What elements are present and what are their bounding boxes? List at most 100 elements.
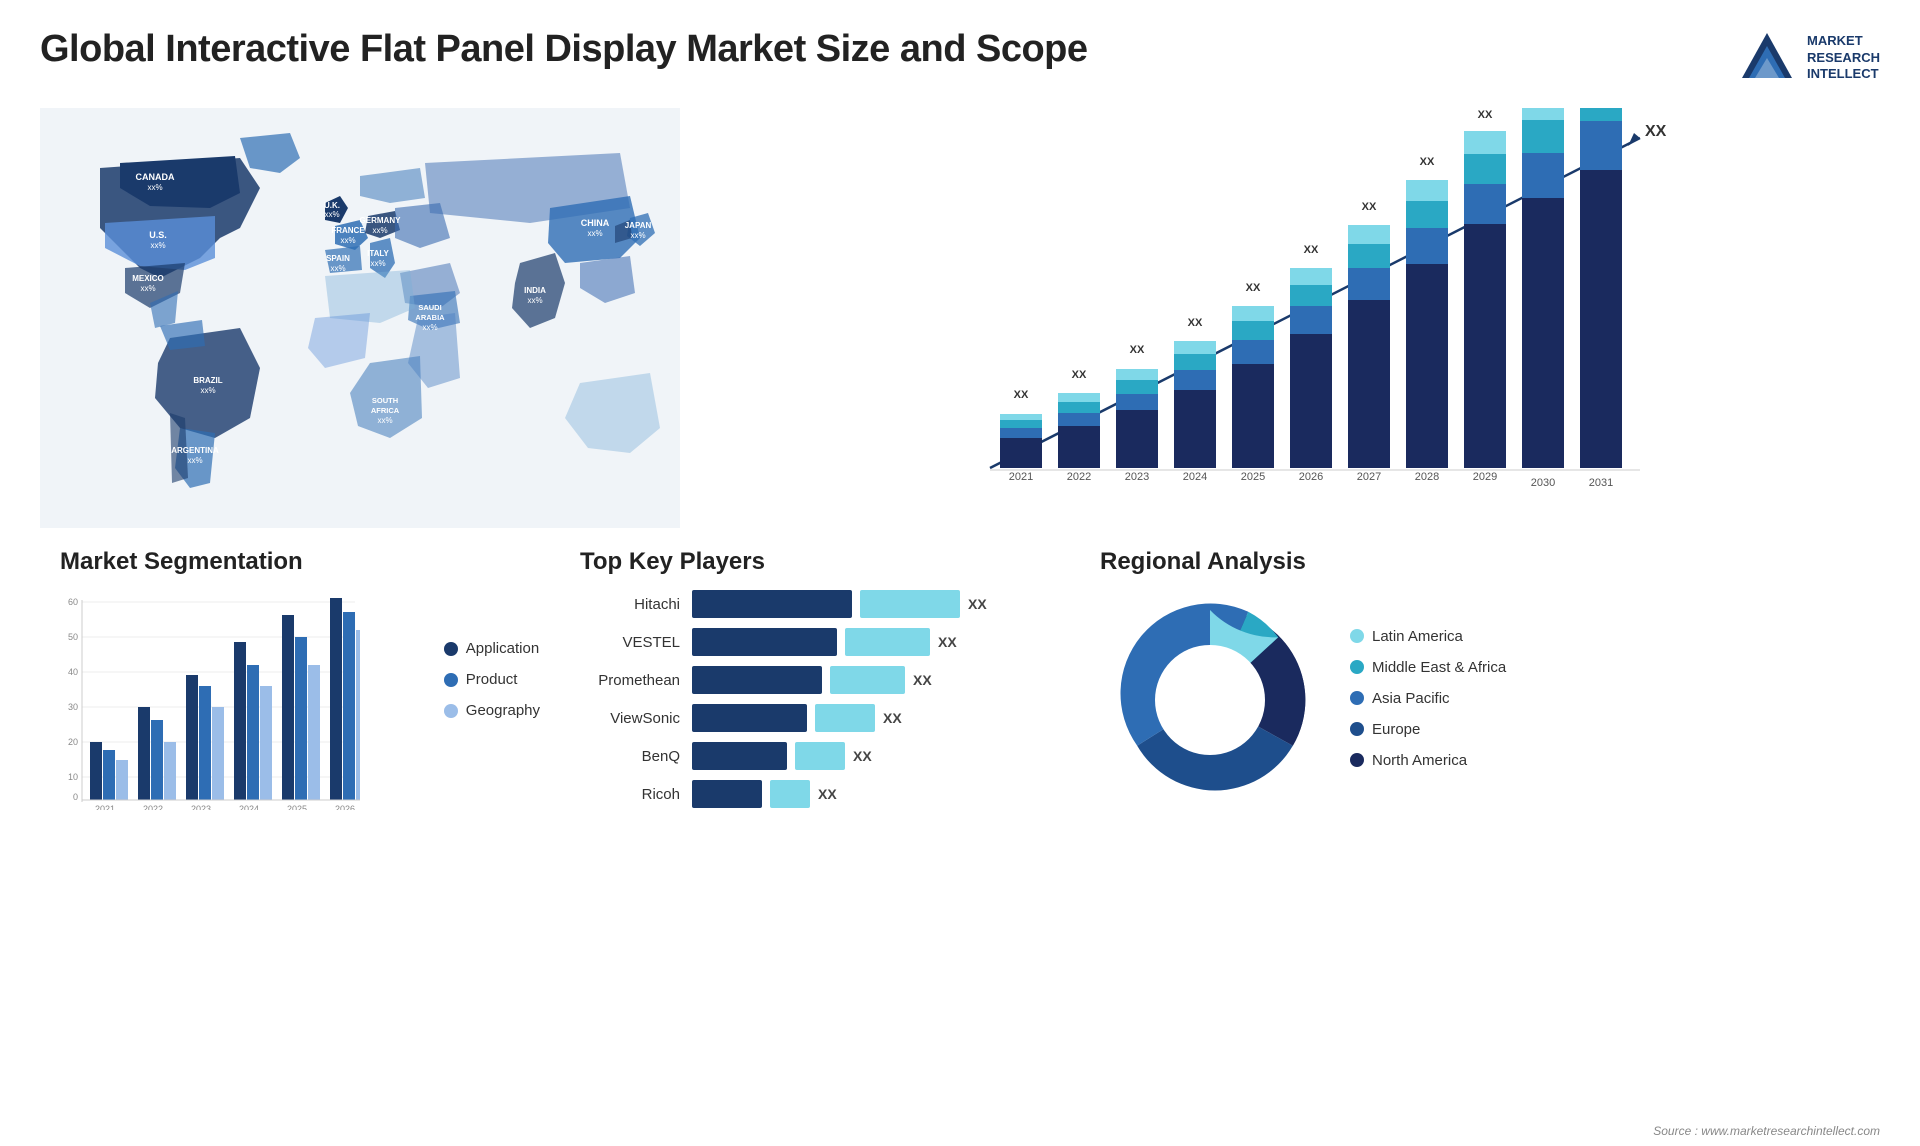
svg-text:2021: 2021 xyxy=(95,804,115,810)
svg-text:xx%: xx% xyxy=(340,236,355,245)
svg-text:2030: 2030 xyxy=(1531,477,1555,489)
svg-text:ITALY: ITALY xyxy=(367,249,389,258)
svg-text:2029: 2029 xyxy=(1473,471,1497,483)
svg-text:XX: XX xyxy=(1420,156,1435,168)
svg-text:xx%: xx% xyxy=(372,226,387,235)
svg-text:XX: XX xyxy=(1072,369,1087,381)
svg-text:FRANCE: FRANCE xyxy=(331,226,365,235)
svg-text:BRAZIL: BRAZIL xyxy=(193,376,222,385)
svg-text:XX: XX xyxy=(1362,201,1377,213)
main-content: CANADA xx% U.S. xx% MEXICO xx% BRAZIL xx… xyxy=(0,98,1920,818)
svg-text:CHINA: CHINA xyxy=(581,218,610,228)
svg-text:SAUDI: SAUDI xyxy=(418,303,441,312)
svg-text:xx%: xx% xyxy=(377,416,392,425)
svg-text:INDIA: INDIA xyxy=(524,286,546,295)
player-row-viewsonic: ViewSonic XX xyxy=(580,704,1060,732)
svg-text:2021: 2021 xyxy=(1009,471,1033,483)
svg-text:JAPAN: JAPAN xyxy=(625,221,652,230)
player-bar-container: XX xyxy=(692,590,987,618)
legend-middle-east-africa: Middle East & Africa xyxy=(1350,659,1506,676)
svg-text:20: 20 xyxy=(68,737,78,747)
segmentation-chart: 60 50 40 30 20 10 0 xyxy=(60,590,360,810)
svg-text:XX: XX xyxy=(1130,344,1145,356)
svg-text:AFRICA: AFRICA xyxy=(371,406,400,415)
world-map: CANADA xx% U.S. xx% MEXICO xx% BRAZIL xx… xyxy=(40,108,680,528)
logo-text: MARKET RESEARCH INTELLECT xyxy=(1807,33,1880,84)
svg-text:2023: 2023 xyxy=(191,804,211,810)
svg-text:CANADA: CANADA xyxy=(136,172,175,182)
svg-text:xx%: xx% xyxy=(422,323,437,332)
player-name: VESTEL xyxy=(580,634,680,651)
player-name: Hitachi xyxy=(580,596,680,613)
svg-text:MEXICO: MEXICO xyxy=(132,274,164,283)
svg-text:XX: XX xyxy=(1304,244,1319,256)
player-row-vestel: VESTEL XX xyxy=(580,628,1060,656)
svg-text:xx%: xx% xyxy=(150,241,165,250)
svg-text:ARGENTINA: ARGENTINA xyxy=(171,446,219,455)
svg-text:40: 40 xyxy=(68,667,78,677)
svg-text:2025: 2025 xyxy=(287,804,307,810)
legend-application: Application xyxy=(444,640,540,657)
svg-text:SPAIN: SPAIN xyxy=(326,254,350,263)
svg-text:U.K.: U.K. xyxy=(324,201,340,210)
player-bar-container: XX xyxy=(692,742,872,770)
player-bar-container: XX xyxy=(692,780,837,808)
player-row-promethean: Promethean XX xyxy=(580,666,1060,694)
legend-europe: Europe xyxy=(1350,721,1506,738)
svg-text:10: 10 xyxy=(68,772,78,782)
svg-text:xx%: xx% xyxy=(527,296,542,305)
svg-text:xx%: xx% xyxy=(370,259,385,268)
svg-text:XX: XX xyxy=(1188,317,1203,329)
svg-text:2026: 2026 xyxy=(335,804,355,810)
player-row-hitachi: Hitachi XX xyxy=(580,590,1060,618)
player-bar-container: XX xyxy=(692,628,957,656)
player-name: ViewSonic xyxy=(580,710,680,727)
player-name: Promethean xyxy=(580,672,680,689)
svg-text:xx%: xx% xyxy=(324,210,339,219)
player-row-benq: BenQ XX xyxy=(580,742,1060,770)
legend-geography: Geography xyxy=(444,702,540,719)
svg-text:60: 60 xyxy=(68,597,78,607)
svg-text:30: 30 xyxy=(68,702,78,712)
svg-text:2024: 2024 xyxy=(239,804,259,810)
svg-text:XX: XX xyxy=(1478,109,1493,121)
svg-text:XX: XX xyxy=(1014,389,1029,401)
logo-area: MARKET RESEARCH INTELLECT xyxy=(1737,28,1880,88)
svg-text:xx%: xx% xyxy=(200,386,215,395)
header: Global Interactive Flat Panel Display Ma… xyxy=(0,0,1920,98)
svg-text:0: 0 xyxy=(73,792,78,802)
source-text: Source : www.marketresearchintellect.com xyxy=(1653,1124,1880,1138)
svg-text:GERMANY: GERMANY xyxy=(360,216,402,225)
players-section: Top Key Players Hitachi XX VESTEL xyxy=(560,548,1080,818)
svg-text:xx%: xx% xyxy=(187,456,202,465)
svg-text:2031: 2031 xyxy=(1589,477,1613,489)
legend-product: Product xyxy=(444,671,540,688)
segmentation-title: Market Segmentation xyxy=(60,548,540,576)
svg-text:2024: 2024 xyxy=(1183,471,1207,483)
svg-text:xx%: xx% xyxy=(587,229,602,238)
svg-text:xx%: xx% xyxy=(630,231,645,240)
bar-chart-section: XX XX 2021 XX 2022 xyxy=(690,98,1880,538)
player-bar-container: XX xyxy=(692,666,932,694)
svg-text:2026: 2026 xyxy=(1299,471,1323,483)
bottom-row: Market Segmentation 60 50 40 30 20 10 0 xyxy=(40,538,1880,818)
map-section: CANADA xx% U.S. xx% MEXICO xx% BRAZIL xx… xyxy=(40,98,690,538)
svg-text:xx%: xx% xyxy=(147,183,162,192)
svg-text:ARABIA: ARABIA xyxy=(415,313,445,322)
svg-text:2027: 2027 xyxy=(1357,471,1381,483)
svg-text:2022: 2022 xyxy=(143,804,163,810)
svg-text:SOUTH: SOUTH xyxy=(372,396,398,405)
players-title: Top Key Players xyxy=(580,548,1060,576)
page-title: Global Interactive Flat Panel Display Ma… xyxy=(40,28,1088,71)
growth-chart: XX XX 2021 XX 2022 xyxy=(720,108,1880,528)
svg-text:XX: XX xyxy=(1645,123,1667,140)
svg-text:2023: 2023 xyxy=(1125,471,1149,483)
logo-icon xyxy=(1737,28,1797,88)
svg-text:xx%: xx% xyxy=(330,264,345,273)
legend-north-america: North America xyxy=(1350,752,1506,769)
segmentation-section: Market Segmentation 60 50 40 30 20 10 0 xyxy=(40,548,560,818)
svg-text:XX: XX xyxy=(1246,282,1261,294)
svg-text:xx%: xx% xyxy=(140,284,155,293)
bar-chart-container: XX XX 2021 XX 2022 xyxy=(720,108,1880,528)
player-row-ricoh: Ricoh XX xyxy=(580,780,1060,808)
